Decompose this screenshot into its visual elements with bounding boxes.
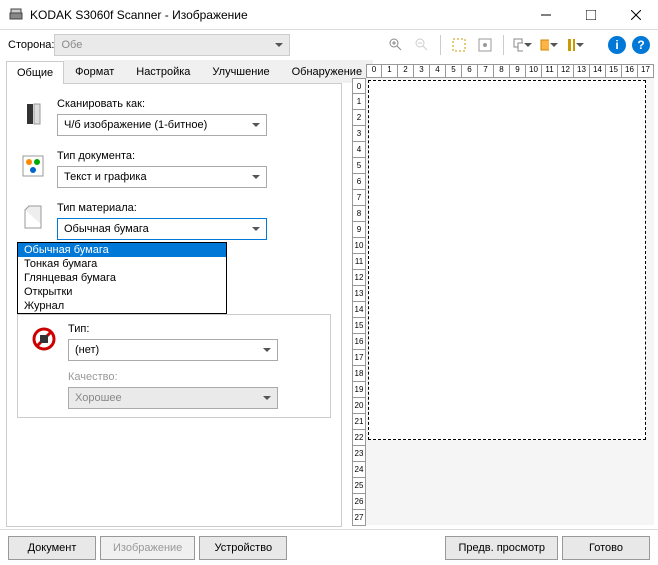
chevron-down-icon	[252, 227, 260, 231]
image-button: Изображение	[100, 536, 195, 560]
comp-type-label: Тип:	[68, 323, 320, 335]
material-label: Тип материала:	[57, 202, 331, 214]
dropdown-option[interactable]: Тонкая бумага	[18, 257, 226, 271]
material-combo[interactable]: Обычная бумага	[57, 218, 267, 240]
chevron-down-icon	[252, 123, 260, 127]
dropdown-option[interactable]: Открытки	[18, 285, 226, 299]
scanner-icon	[8, 7, 24, 23]
doc-type-icon	[17, 150, 49, 182]
quality-combo: Хорошее	[68, 387, 278, 409]
tab-adjust[interactable]: Настройка	[125, 60, 201, 83]
tabs: Общие Формат Настройка Улучшение Обнаруж…	[6, 60, 342, 84]
preview-button[interactable]: Предв. просмотр	[445, 536, 558, 560]
preview-area[interactable]	[366, 78, 654, 525]
bottom-bar: Документ Изображение Устройство Предв. п…	[0, 529, 658, 565]
preview-pane: 01234567891011121314151617 0123456789101…	[348, 60, 658, 529]
ruler-left: 0123456789101112131415161718192021222324…	[352, 78, 366, 526]
tool-d-icon[interactable]	[538, 35, 558, 55]
top-row: Сторона: Обе i ?	[0, 30, 658, 60]
scan-as-label: Сканировать как:	[57, 98, 331, 110]
material-icon	[17, 202, 49, 234]
dropdown-option[interactable]: Обычная бумага	[18, 243, 226, 257]
document-button[interactable]: Документ	[8, 536, 96, 560]
dropdown-option[interactable]: Глянцевая бумага	[18, 271, 226, 285]
help-icon[interactable]: ?	[632, 36, 650, 54]
compression-box: Тип: (нет) Качество: Хорошее	[17, 314, 331, 418]
tool-b-icon[interactable]	[475, 35, 495, 55]
done-button[interactable]: Готово	[562, 536, 650, 560]
no-compress-icon	[28, 323, 60, 355]
tab-general[interactable]: Общие	[6, 61, 64, 84]
tool-c-icon[interactable]	[512, 35, 532, 55]
doc-type-label: Тип документа:	[57, 150, 331, 162]
zoom-in-icon[interactable]	[386, 35, 406, 55]
quality-label: Качество:	[68, 371, 320, 383]
toolbar: i ?	[386, 35, 650, 55]
doc-type-combo[interactable]: Текст и графика	[57, 166, 267, 188]
tab-enhance[interactable]: Улучшение	[201, 60, 280, 83]
info-icon[interactable]: i	[608, 36, 626, 54]
side-select[interactable]: Обе	[54, 34, 290, 56]
chevron-down-icon	[263, 348, 271, 352]
device-button[interactable]: Устройство	[199, 536, 287, 560]
chevron-down-icon	[252, 175, 260, 179]
maximize-button[interactable]	[568, 0, 613, 29]
minimize-button[interactable]	[523, 0, 568, 29]
tool-a-icon[interactable]	[449, 35, 469, 55]
tool-e-icon[interactable]	[564, 35, 584, 55]
material-dropdown: Обычная бумага Тонкая бумага Глянцевая б…	[17, 242, 227, 314]
scan-as-combo[interactable]: Ч/б изображение (1-битное)	[57, 114, 267, 136]
tab-body: Сканировать как: Ч/б изображение (1-битн…	[6, 84, 342, 527]
chevron-down-icon	[275, 43, 283, 47]
preview-selection[interactable]	[368, 80, 646, 440]
zoom-out-icon[interactable]	[412, 35, 432, 55]
comp-type-combo[interactable]: (нет)	[68, 339, 278, 361]
ruler-top: 01234567891011121314151617	[366, 64, 654, 78]
dropdown-option[interactable]: Журнал	[18, 299, 226, 313]
chevron-down-icon	[263, 396, 271, 400]
tab-format[interactable]: Формат	[64, 60, 125, 83]
scan-as-icon	[17, 98, 49, 130]
side-label: Сторона:	[8, 39, 54, 51]
close-button[interactable]	[613, 0, 658, 29]
titlebar: KODAK S3060f Scanner - Изображение	[0, 0, 658, 30]
window-title: KODAK S3060f Scanner - Изображение	[30, 8, 523, 22]
